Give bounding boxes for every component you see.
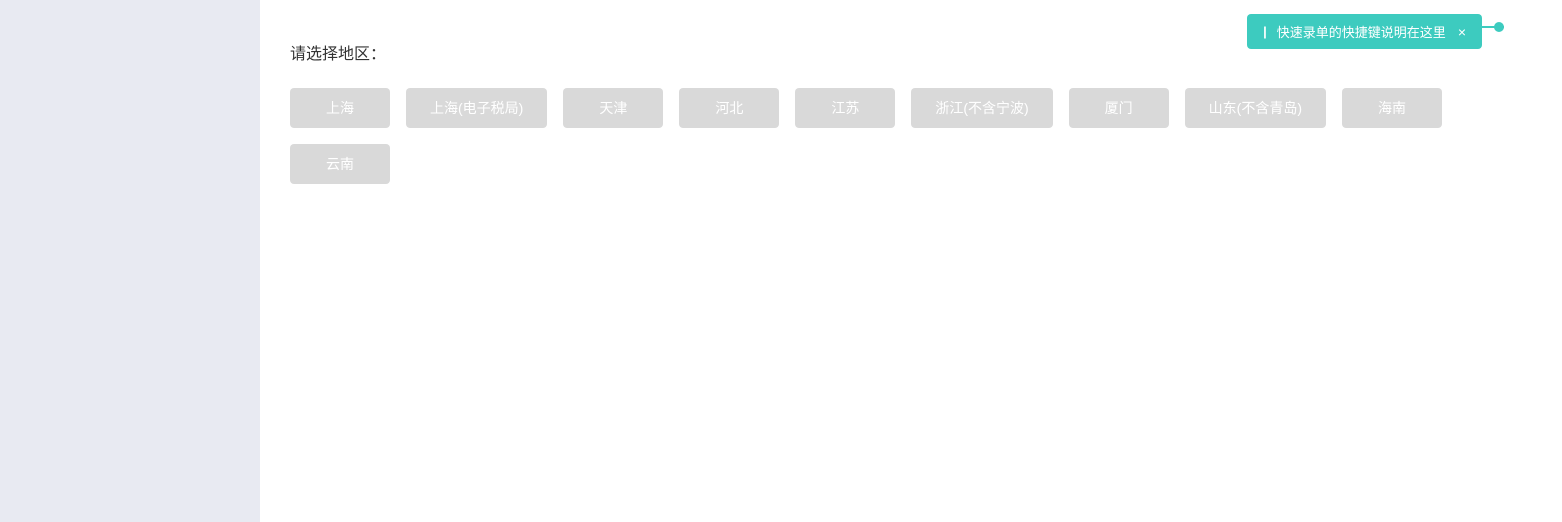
region-button-shanghai-etax[interactable]: 上海(电子税局) <box>406 88 547 128</box>
region-button-shanghai[interactable]: 上海 <box>290 88 390 128</box>
region-button-hainan[interactable]: 海南 <box>1342 88 1442 128</box>
region-button-yunnan[interactable]: 云南 <box>290 144 390 184</box>
main-content: 请选择地区： 上海上海(电子税局)天津河北江苏浙江(不含宁波)厦门山东(不含青岛… <box>260 0 1562 522</box>
region-button-zhejiang[interactable]: 浙江(不含宁波) <box>911 88 1052 128</box>
tooltip-badge: 快速录单的快捷键说明在这里 × <box>1247 14 1482 49</box>
region-button-tianjin[interactable]: 天津 <box>563 88 663 128</box>
tooltip-close-button[interactable]: × <box>1458 24 1466 40</box>
region-button-xiamen[interactable]: 厦门 <box>1069 88 1169 128</box>
tooltip-dot <box>1494 22 1504 32</box>
region-button-jiangsu[interactable]: 江苏 <box>795 88 895 128</box>
region-button-shandong[interactable]: 山东(不含青岛) <box>1185 88 1326 128</box>
region-button-hebei[interactable]: 河北 <box>679 88 779 128</box>
region-buttons: 上海上海(电子税局) 天津河北江苏浙江(不含宁波) 厦门山东(不含青岛) 海南云南 <box>290 88 1532 184</box>
tooltip-text: 快速录单的快捷键说明在这里 <box>1277 22 1446 41</box>
sidebar <box>0 0 260 522</box>
